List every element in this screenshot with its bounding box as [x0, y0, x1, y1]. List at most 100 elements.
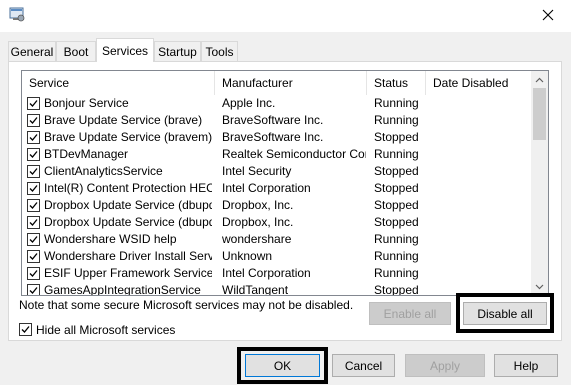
tab-services[interactable]: Services: [96, 38, 154, 62]
help-button[interactable]: Help: [494, 354, 558, 377]
date-disabled-cell: [433, 163, 530, 180]
service-checkbox[interactable]: [27, 284, 40, 295]
manufacturer-cell: Unknown: [222, 249, 273, 263]
table-row[interactable]: Intel(R) Content Protection HEC... Intel …: [22, 180, 532, 197]
service-checkbox[interactable]: [27, 131, 40, 144]
manufacturer-cell: Dropbox, Inc.: [222, 198, 294, 212]
services-list[interactable]: Service Manufacturer Status Date Disable…: [21, 70, 549, 296]
checkmark-icon: [29, 236, 38, 243]
tab-tools[interactable]: Tools: [201, 41, 238, 62]
table-row[interactable]: Wondershare WSID help wondershare Running: [22, 231, 532, 248]
cancel-button[interactable]: Cancel: [332, 354, 395, 377]
checkmark-icon: [21, 326, 30, 333]
status-cell: Running: [374, 113, 419, 127]
service-name-cell: Intel(R) Content Protection HEC...: [44, 181, 212, 195]
column-label: Manufacturer: [222, 76, 293, 90]
close-button[interactable]: [525, 0, 571, 30]
service-checkbox[interactable]: [27, 182, 40, 195]
table-row[interactable]: Wondershare Driver Install Servi... Unkno…: [22, 248, 532, 265]
table-row[interactable]: ClientAnalyticsService Intel Security Stop…: [22, 163, 532, 180]
column-header-status[interactable]: Status: [367, 71, 426, 95]
table-row[interactable]: Bonjour Service Apple Inc. Running: [22, 95, 532, 112]
button-label: Disable all: [477, 306, 533, 321]
date-disabled-cell: [433, 146, 530, 163]
status-cell: Stopped: [374, 130, 419, 144]
tab-label: Boot: [63, 45, 89, 59]
service-checkbox[interactable]: [27, 148, 40, 161]
service-checkbox[interactable]: [27, 97, 40, 110]
vertical-scrollbar[interactable]: [531, 71, 548, 295]
disable-all-button[interactable]: Disable all: [463, 302, 547, 325]
tab-boot[interactable]: Boot: [56, 41, 96, 62]
service-name-cell: Wondershare Driver Install Servi...: [44, 249, 212, 263]
table-row[interactable]: Brave Update Service (brave) BraveSoftwar…: [22, 112, 532, 129]
date-disabled-cell: [433, 197, 530, 214]
scroll-thumb[interactable]: [533, 88, 546, 140]
date-disabled-cell: [433, 129, 530, 146]
enable-all-button[interactable]: Enable all: [369, 302, 451, 325]
service-checkbox[interactable]: [27, 199, 40, 212]
service-name-cell: Brave Update Service (brave): [44, 113, 203, 127]
tab-startup[interactable]: Startup: [154, 41, 201, 62]
button-label: OK: [273, 358, 292, 373]
checkmark-icon: [29, 185, 38, 192]
status-cell: Running: [374, 232, 419, 246]
checkmark-icon: [29, 202, 38, 209]
date-disabled-cell: [433, 180, 530, 197]
manufacturer-cell: Intel Security: [222, 164, 292, 178]
service-name-cell: GamesAppIntegrationService: [44, 283, 201, 296]
service-checkbox[interactable]: [27, 267, 40, 280]
ok-button[interactable]: OK: [245, 354, 320, 377]
table-row[interactable]: ESIF Upper Framework Service Intel Corpor…: [22, 265, 532, 282]
date-disabled-cell: [433, 248, 530, 265]
title-bar: [0, 0, 571, 32]
manufacturer-cell: WildTangent: [222, 283, 289, 296]
status-cell: Stopped: [374, 198, 419, 212]
manufacturer-cell: Intel Corporation: [222, 181, 311, 195]
list-header: Service Manufacturer Status Date Disable…: [22, 71, 532, 95]
status-cell: Running: [374, 249, 419, 263]
service-rows: Bonjour Service Apple Inc. Running Brave Up…: [22, 95, 532, 296]
checkmark-icon: [29, 100, 38, 107]
service-name-cell: Dropbox Update Service (dbupd...: [44, 215, 212, 229]
checkmark-icon: [29, 151, 38, 158]
manufacturer-cell: Realtek Semiconductor Corp.: [222, 147, 366, 161]
service-name-cell: Brave Update Service (bravem): [44, 130, 212, 144]
service-checkbox[interactable]: [27, 233, 40, 246]
tab-general[interactable]: General: [8, 41, 56, 62]
checkmark-icon: [29, 117, 38, 124]
close-icon: [542, 9, 554, 21]
hide-microsoft-services-checkbox[interactable]: [19, 323, 32, 336]
service-checkbox[interactable]: [27, 216, 40, 229]
scroll-up-button[interactable]: [531, 71, 548, 88]
checkmark-icon: [29, 219, 38, 226]
button-label: Apply: [429, 358, 461, 373]
column-label: Service: [29, 76, 70, 90]
column-header-service[interactable]: Service: [22, 71, 215, 95]
service-name-cell: ClientAnalyticsService: [44, 164, 163, 178]
table-row[interactable]: Brave Update Service (bravem) BraveSoftwa…: [22, 129, 532, 146]
tab-label: General: [10, 45, 54, 59]
msconfig-icon: [9, 6, 25, 22]
manufacturer-cell: Dropbox, Inc.: [222, 215, 294, 229]
table-row[interactable]: Dropbox Update Service (dbupd... Dropbox,…: [22, 197, 532, 214]
column-header-manufacturer[interactable]: Manufacturer: [215, 71, 367, 95]
table-row[interactable]: Dropbox Update Service (dbupd... Dropbox,…: [22, 214, 532, 231]
date-disabled-cell: [433, 95, 530, 112]
checkmark-icon: [29, 134, 38, 141]
column-label: Date Disabled: [433, 76, 509, 90]
service-checkbox[interactable]: [27, 114, 40, 127]
checkmark-icon: [29, 287, 38, 294]
service-checkbox[interactable]: [27, 165, 40, 178]
manufacturer-cell: wondershare: [222, 232, 292, 246]
checkmark-icon: [29, 270, 38, 277]
status-cell: Stopped: [374, 181, 419, 195]
table-row[interactable]: BTDevManager Realtek Semiconductor Corp. R…: [22, 146, 532, 163]
date-disabled-cell: [433, 112, 530, 129]
secure-services-note: Note that some secure Microsoft services…: [19, 298, 354, 312]
column-header-date-disabled[interactable]: Date Disabled: [426, 71, 532, 95]
date-disabled-cell: [433, 231, 530, 248]
apply-button[interactable]: Apply: [405, 354, 485, 377]
service-checkbox[interactable]: [27, 250, 40, 263]
status-cell: Stopped: [374, 215, 419, 229]
